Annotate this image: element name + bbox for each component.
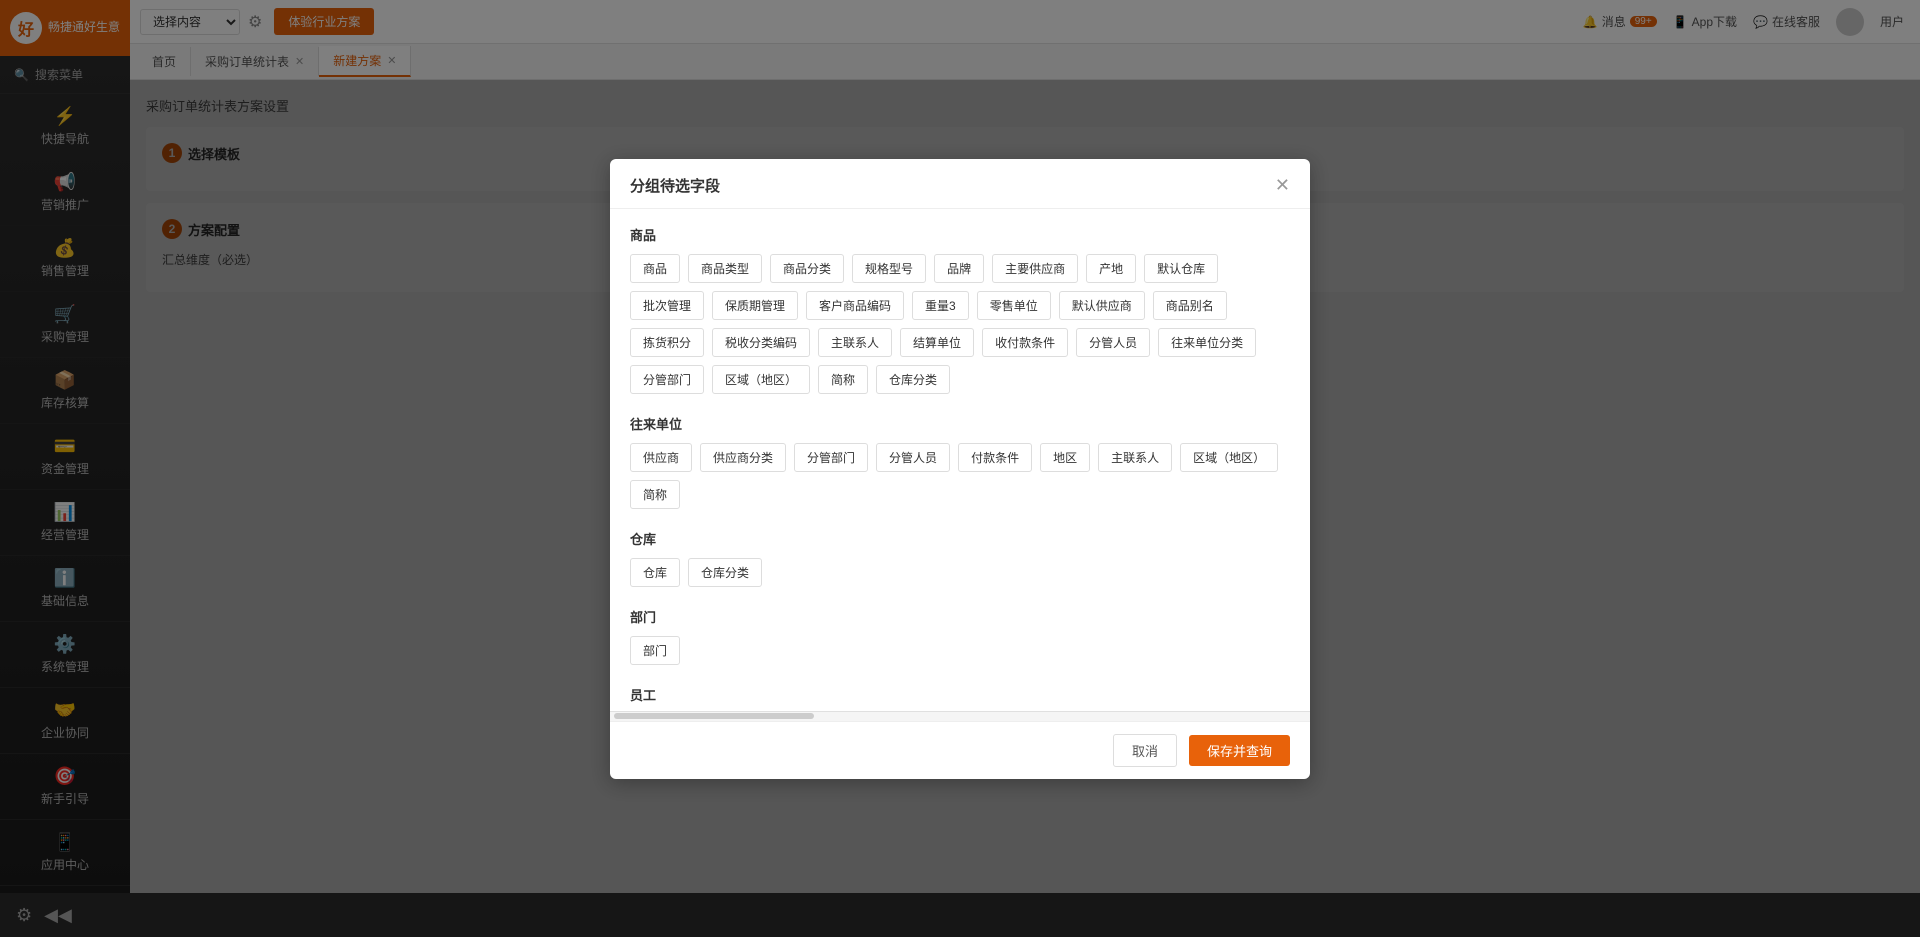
modal-header: 分组待选字段 ✕: [610, 159, 1310, 209]
field-tag-goods-alias[interactable]: 商品别名: [1153, 291, 1227, 320]
field-section-staff: 员工业务员: [630, 685, 1290, 712]
field-tag-short2[interactable]: 简称: [630, 480, 680, 509]
field-tag-region2[interactable]: 地区: [1040, 443, 1090, 472]
field-tag-tax-code[interactable]: 税收分类编码: [712, 328, 810, 357]
modal-title: 分组待选字段: [630, 175, 720, 196]
field-tag-payment-terms[interactable]: 收付款条件: [982, 328, 1068, 357]
field-tag-wh-cat[interactable]: 仓库分类: [688, 558, 762, 587]
field-tag-dept-main[interactable]: 部门: [630, 636, 680, 665]
modal-body[interactable]: 商品商品商品类型商品分类规格型号品牌主要供应商产地默认仓库批次管理保质期管理客户…: [610, 209, 1310, 712]
field-tag-weight3[interactable]: 重量3: [912, 291, 969, 320]
field-tag-region[interactable]: 区域（地区）: [712, 365, 810, 394]
field-tag-spec-type[interactable]: 规格型号: [852, 254, 926, 283]
field-section-title-goods: 商品: [630, 225, 1290, 244]
field-tag-default-supplier[interactable]: 默认供应商: [1059, 291, 1145, 320]
modal-close-button[interactable]: ✕: [1275, 175, 1290, 196]
field-section-title-partner: 往来单位: [630, 414, 1290, 433]
modal-horizontal-scrollbar[interactable]: [610, 711, 1310, 720]
field-section-warehouse: 仓库仓库仓库分类: [630, 529, 1290, 587]
field-tags-warehouse: 仓库仓库分类: [630, 558, 1290, 587]
field-tag-customer-code[interactable]: 客户商品编码: [806, 291, 904, 320]
field-section-title-warehouse: 仓库: [630, 529, 1290, 548]
field-section-title-dept: 部门: [630, 607, 1290, 626]
field-tag-origin[interactable]: 产地: [1086, 254, 1136, 283]
field-tags-partner: 供应商供应商分类分管部门分管人员付款条件地区主联系人区域（地区） 简称: [630, 443, 1290, 509]
field-tag-dept[interactable]: 分管部门: [794, 443, 868, 472]
field-section-dept: 部门部门: [630, 607, 1290, 665]
field-tag-main-contact[interactable]: 主联系人: [818, 328, 892, 357]
field-tag-brand[interactable]: 品牌: [934, 254, 984, 283]
save-query-button[interactable]: 保存并查询: [1189, 735, 1290, 766]
field-tag-batch-mgmt[interactable]: 批次管理: [630, 291, 704, 320]
field-tag-warehouse-cat[interactable]: 仓库分类: [876, 365, 950, 394]
modal-footer: 取消 保存并查询: [610, 721, 1310, 779]
modal-hscroll-bar: [614, 713, 814, 719]
field-tag-settle-unit[interactable]: 结算单位: [900, 328, 974, 357]
field-tag-supplier-cat[interactable]: 供应商分类: [700, 443, 786, 472]
modal: 分组待选字段 ✕ 商品商品商品类型商品分类规格型号品牌主要供应商产地默认仓库批次…: [610, 159, 1310, 779]
field-tag-supplier[interactable]: 供应商: [630, 443, 692, 472]
modal-overlay: 分组待选字段 ✕ 商品商品商品类型商品分类规格型号品牌主要供应商产地默认仓库批次…: [0, 0, 1920, 937]
field-tag-retail-unit[interactable]: 零售单位: [977, 291, 1051, 320]
cancel-button[interactable]: 取消: [1113, 734, 1177, 767]
field-tag-short-name[interactable]: 简称: [818, 365, 868, 394]
field-tag-pickup-points[interactable]: 拣货积分: [630, 328, 704, 357]
field-section-partner: 往来单位供应商供应商分类分管部门分管人员付款条件地区主联系人区域（地区） 简称: [630, 414, 1290, 509]
field-tag-region3[interactable]: 区域（地区）: [1180, 443, 1278, 472]
field-tag-main-contact2[interactable]: 主联系人: [1098, 443, 1172, 472]
field-tag-dept-mgmt[interactable]: 分管部门: [630, 365, 704, 394]
field-tags-goods: 商品商品类型商品分类规格型号品牌主要供应商产地默认仓库批次管理保质期管理客户商品…: [630, 254, 1290, 394]
field-tag-quality-mgmt[interactable]: 保质期管理: [712, 291, 798, 320]
field-tag-goods-category[interactable]: 商品分类: [770, 254, 844, 283]
field-tag-default-warehouse[interactable]: 默认仓库: [1144, 254, 1218, 283]
field-tag-pay-cond[interactable]: 付款条件: [958, 443, 1032, 472]
field-tag-goods[interactable]: 商品: [630, 254, 680, 283]
field-tags-dept: 部门: [630, 636, 1290, 665]
field-tag-dept-person[interactable]: 分管人员: [876, 443, 950, 472]
field-tag-main-supplier[interactable]: 主要供应商: [992, 254, 1078, 283]
field-section-title-staff: 员工: [630, 685, 1290, 704]
field-tag-manager[interactable]: 分管人员: [1076, 328, 1150, 357]
field-tag-wh[interactable]: 仓库: [630, 558, 680, 587]
field-tag-source-unit-cat[interactable]: 往来单位分类: [1158, 328, 1256, 357]
field-section-goods: 商品商品商品类型商品分类规格型号品牌主要供应商产地默认仓库批次管理保质期管理客户…: [630, 225, 1290, 394]
field-tag-goods-type[interactable]: 商品类型: [688, 254, 762, 283]
